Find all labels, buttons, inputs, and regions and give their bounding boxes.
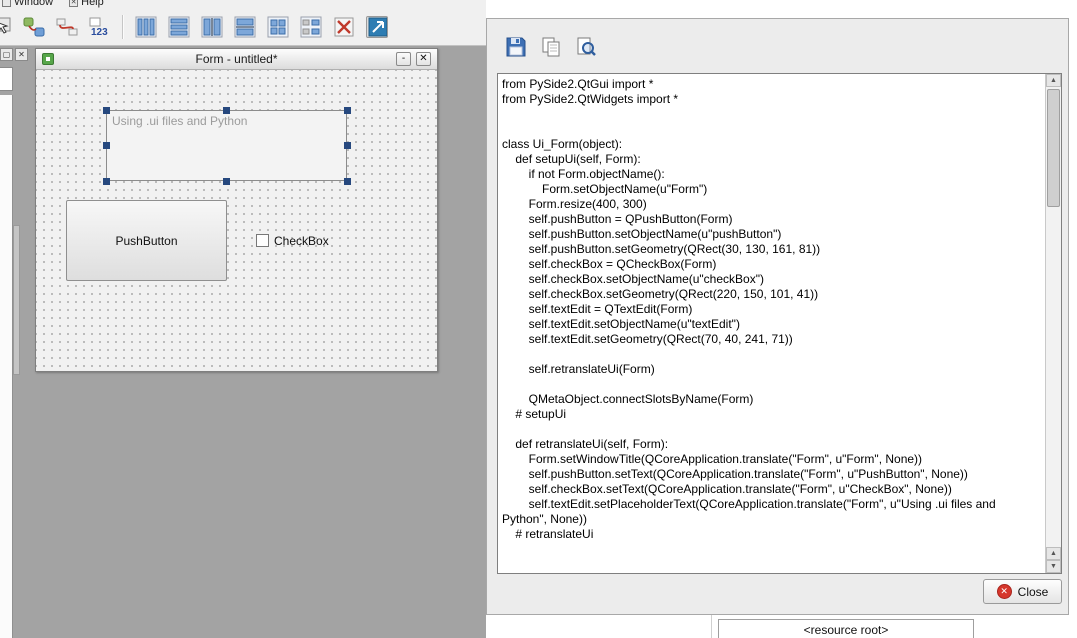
dock-titlebar-buttons: ▢ ✕	[0, 48, 28, 61]
edit-tab-order-icon: 123	[89, 16, 111, 38]
find-icon	[575, 36, 597, 58]
svg-text:123: 123	[91, 27, 108, 38]
menu-window[interactable]: Window	[2, 0, 53, 8]
scroll-up-bottom-icon[interactable]: ▲	[1046, 547, 1061, 560]
checkbox-label: CheckBox	[274, 234, 329, 248]
selection-handle-top-center[interactable]	[223, 107, 230, 114]
layout-vertical-splitter-button[interactable]	[234, 16, 256, 38]
layout-vertical-icon	[168, 16, 190, 38]
adjust-size-button[interactable]	[366, 16, 388, 38]
layout-horizontal-button[interactable]	[135, 16, 157, 38]
selection-handle-top-left[interactable]	[103, 107, 110, 114]
code-scrollbar[interactable]: ▲ ▲ ▼	[1045, 74, 1061, 573]
window-close-button[interactable]: ✕	[416, 52, 431, 66]
edit-buddies-button[interactable]	[56, 16, 78, 38]
mdi-area: ▢ ✕ Form - untitled* - ✕ Using .ui files…	[0, 46, 486, 638]
layout-vertical-splitter-icon	[234, 16, 256, 38]
dock-close-button[interactable]: ✕	[15, 48, 28, 61]
break-layout-button[interactable]	[333, 16, 355, 38]
code-dialog-toolbar	[504, 35, 598, 59]
widgetbox-filter-input[interactable]	[0, 67, 13, 91]
menubar: Window ✕ Help	[2, 0, 104, 8]
checkbox-widget[interactable]: CheckBox	[256, 220, 357, 261]
layout-grid-icon	[267, 16, 289, 38]
copy-button[interactable]	[539, 35, 563, 59]
close-button-label: Close	[1018, 585, 1049, 599]
code-text[interactable]: from PySide2.QtGui import * from PySide2…	[502, 77, 1042, 570]
form-window-title: Form - untitled*	[36, 52, 437, 66]
close-window-icon: ✕	[69, 0, 78, 7]
selection-handle-top-right[interactable]	[344, 107, 351, 114]
find-button[interactable]	[574, 35, 598, 59]
layout-form-icon	[300, 16, 322, 38]
edit-signals-slots-icon	[23, 16, 45, 38]
break-layout-icon	[333, 16, 355, 38]
edit-buddies-icon	[56, 16, 78, 38]
textedit-placeholder: Using .ui files and Python	[112, 114, 247, 128]
selection-handle-mid-right[interactable]	[344, 142, 351, 149]
scrollbar-thumb[interactable]	[1047, 89, 1060, 207]
edit-tab-order-button[interactable]: 123	[89, 16, 111, 38]
resource-root-label: <resource root>	[804, 623, 889, 637]
adjust-size-icon	[367, 16, 387, 38]
resource-root-item[interactable]: <resource root>	[718, 619, 974, 638]
restore-window-icon	[2, 0, 11, 7]
pushbutton-widget[interactable]: PushButton	[66, 200, 227, 281]
edit-widgets-icon	[0, 16, 12, 38]
topbar: Window ✕ Help 123	[0, 0, 486, 46]
checkbox-indicator[interactable]	[256, 234, 269, 247]
edit-signals-slots-button[interactable]	[23, 16, 45, 38]
save-icon	[505, 36, 527, 58]
minimize-button[interactable]: -	[396, 52, 411, 66]
close-circle-icon: ✕	[997, 584, 1012, 599]
layout-grid-button[interactable]	[267, 16, 289, 38]
selection-handle-mid-left[interactable]	[103, 142, 110, 149]
toolbar-separator	[122, 15, 124, 39]
left-dock-panel	[0, 95, 13, 638]
selection-handle-bottom-center[interactable]	[223, 178, 230, 185]
layout-horizontal-splitter-icon	[201, 16, 223, 38]
save-button[interactable]	[504, 35, 528, 59]
menu-help[interactable]: ✕ Help	[69, 0, 104, 8]
layout-horizontal-icon	[135, 16, 157, 38]
code-view: from PySide2.QtGui import * from PySide2…	[497, 73, 1062, 574]
dialog-close-button[interactable]: ✕ Close	[983, 579, 1062, 604]
menu-help-label: Help	[81, 0, 104, 8]
selection-handle-bottom-left[interactable]	[103, 178, 110, 185]
bottom-panel: <resource root>	[486, 615, 1077, 638]
copy-icon	[540, 36, 562, 58]
form-window-titlebar[interactable]: Form - untitled* - ✕	[36, 49, 437, 70]
main-toolbar: 123	[0, 12, 388, 42]
menu-window-label: Window	[14, 0, 53, 8]
layout-vertical-button[interactable]	[168, 16, 190, 38]
form-designer-window: Form - untitled* - ✕ Using .ui files and…	[35, 48, 438, 372]
scroll-down-icon[interactable]: ▼	[1046, 560, 1061, 573]
dock-float-button[interactable]: ▢	[0, 48, 13, 61]
selection-handle-bottom-right[interactable]	[344, 178, 351, 185]
qt-designer-screen: Window ✕ Help 123	[0, 0, 1077, 638]
scroll-up-icon[interactable]: ▲	[1046, 74, 1061, 87]
textedit-widget[interactable]: Using .ui files and Python	[106, 110, 347, 181]
panel-divider	[711, 615, 712, 638]
left-dock-scrollbar[interactable]	[13, 225, 20, 375]
code-view-dialog: from PySide2.QtGui import * from PySide2…	[486, 18, 1069, 615]
layout-horizontal-splitter-button[interactable]	[201, 16, 223, 38]
layout-form-button[interactable]	[300, 16, 322, 38]
edit-widgets-button[interactable]	[0, 16, 12, 38]
form-canvas[interactable]: Using .ui files and Python PushButton Ch…	[36, 70, 437, 371]
